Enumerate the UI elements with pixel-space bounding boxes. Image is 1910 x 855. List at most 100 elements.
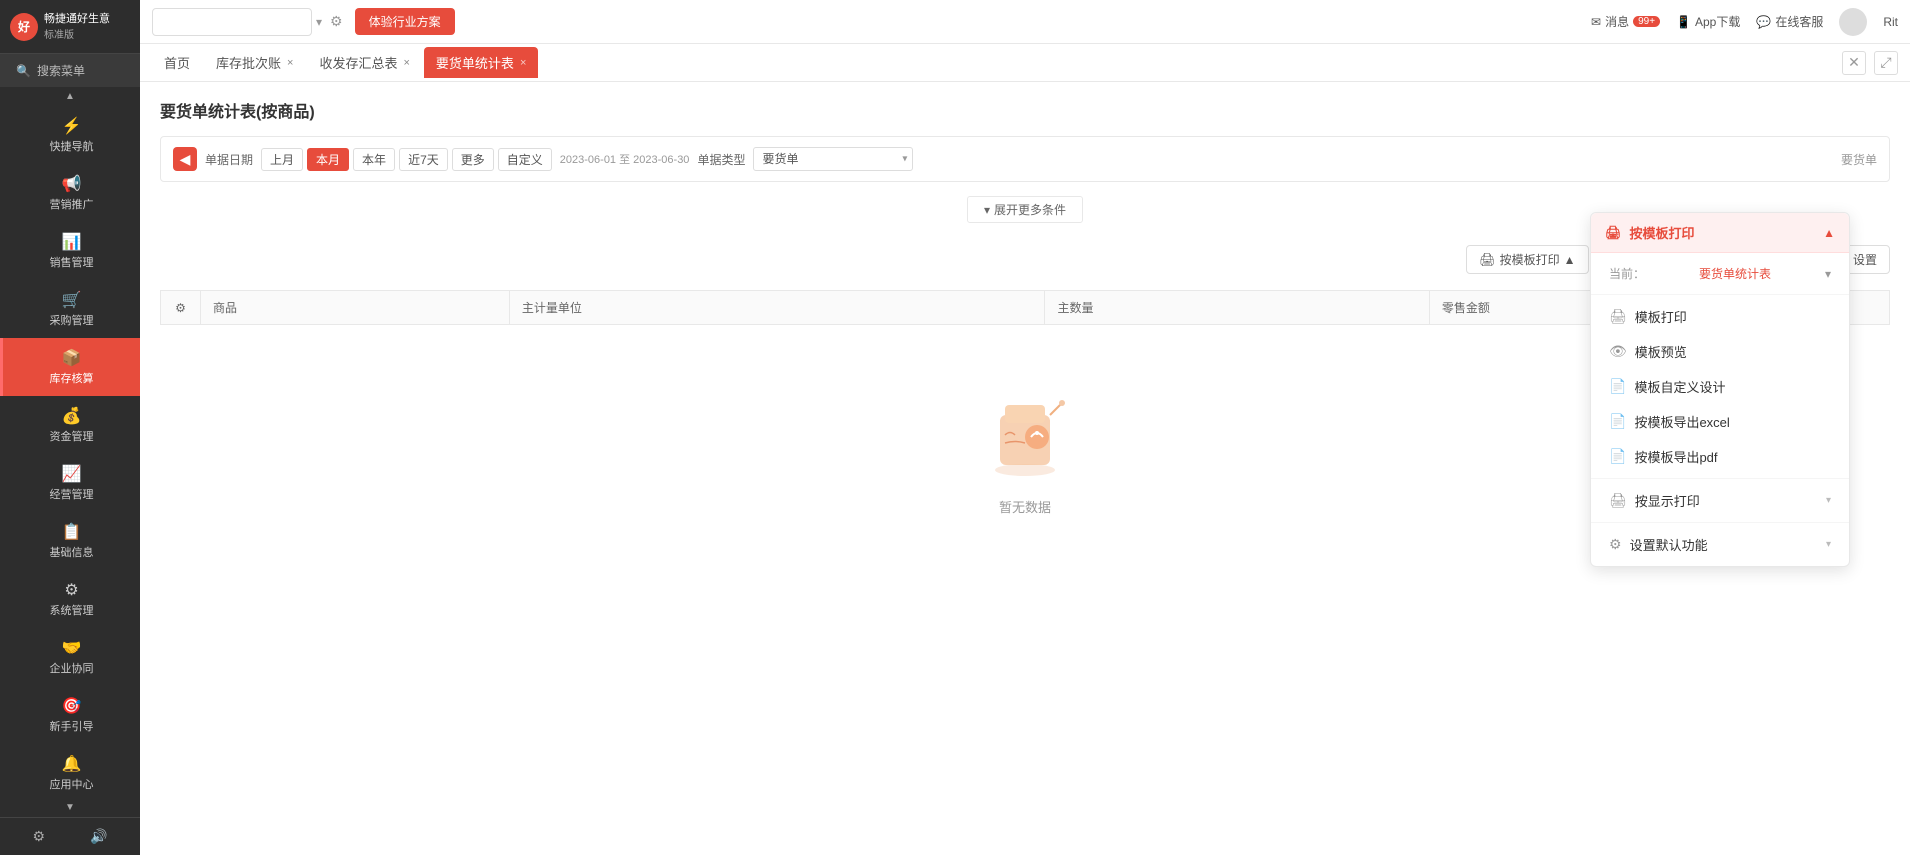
- print-dropdown-item-export-excel[interactable]: 📄 按模板导出excel: [1591, 404, 1849, 439]
- sidebar-item-inventory[interactable]: 📦 库存核算: [0, 338, 140, 396]
- filter-date-custom[interactable]: 自定义: [498, 148, 552, 171]
- topbar-search-input[interactable]: [152, 8, 312, 36]
- basic-icon: 📋: [62, 522, 82, 542]
- sidebar-item-system[interactable]: ⚙ 系统管理: [0, 570, 140, 628]
- filter-type-select-wrap: 要货单: [753, 147, 913, 171]
- tabbar-close-btn[interactable]: ✕: [1842, 51, 1866, 75]
- sidebar-item-collab[interactable]: 🤝 企业协同: [0, 628, 140, 686]
- sidebar-item-basic-label: 基础信息: [50, 544, 94, 560]
- sidebar-item-inventory-label: 库存核算: [50, 370, 94, 386]
- filter-expand-btn[interactable]: ◀: [173, 147, 197, 171]
- online-service-icon: 💬: [1756, 15, 1771, 29]
- filter-order-label: 要货单: [1841, 151, 1877, 168]
- user-avatar[interactable]: [1839, 8, 1867, 36]
- print-dropdown-header[interactable]: 🖨 按模板打印 ▲: [1591, 213, 1849, 253]
- export-pdf-label: 按模板导出pdf: [1634, 447, 1717, 466]
- table-settings-icon[interactable]: ⚙: [175, 301, 186, 315]
- sidebar-scroll-up[interactable]: ▲: [0, 87, 140, 106]
- sidebar-item-purchase[interactable]: 🛒 采购管理: [0, 280, 140, 338]
- sales-icon: 📊: [62, 232, 82, 252]
- export-pdf-left: 📄 按模板导出pdf: [1609, 447, 1718, 466]
- template-preview-label: 模板预览: [1635, 342, 1687, 361]
- print-dropdown-item-default-function[interactable]: ⚙ 设置默认功能 ▾: [1591, 527, 1849, 562]
- current-label-prefix: 当前：: [1609, 265, 1645, 282]
- default-function-icon: ⚙: [1609, 536, 1622, 553]
- online-service-btn[interactable]: 💬 在线客服: [1756, 13, 1823, 30]
- tab-home[interactable]: 首页: [152, 47, 202, 78]
- speaker-bottom-icon[interactable]: 🔊: [90, 828, 107, 845]
- filter-more-btn[interactable]: ▾ 展开更多条件: [967, 196, 1083, 223]
- sidebar-item-quick-nav[interactable]: ⚡ 快捷导航: [0, 106, 140, 164]
- tab-inventory-batch[interactable]: 库存批次账 ×: [204, 47, 305, 78]
- collab-icon: 🤝: [62, 638, 82, 658]
- export-excel-left: 📄 按模板导出excel: [1609, 412, 1730, 431]
- sidebar-item-sales[interactable]: 📊 销售管理: [0, 222, 140, 280]
- filter-date-more[interactable]: 更多: [452, 148, 494, 171]
- search-icon: 🔍: [16, 64, 31, 78]
- tab-receipt-summary[interactable]: 收发存汇总表 ×: [307, 47, 421, 78]
- filter-date-7days[interactable]: 近7天: [399, 148, 448, 171]
- sidebar-search-btn[interactable]: 🔍 搜索菜单: [0, 54, 140, 87]
- print-dropdown-item-template-preview[interactable]: 👁 模板预览: [1591, 334, 1849, 369]
- print-dropdown-collapse-icon[interactable]: ▲: [1823, 226, 1835, 240]
- settings-bottom-icon[interactable]: ⚙: [33, 828, 46, 845]
- print-dropdown-item-template-print[interactable]: 🖨 模板打印: [1591, 299, 1849, 334]
- sidebar-item-basic[interactable]: 📋 基础信息: [0, 512, 140, 570]
- sidebar-item-finance-label: 资金管理: [50, 428, 94, 444]
- page-title: 要货单统计表(按商品): [160, 98, 1890, 122]
- online-service-label: 在线客服: [1775, 13, 1823, 30]
- tab-inventory-batch-close[interactable]: ×: [287, 57, 293, 69]
- print-btn-arrow: ▲: [1564, 253, 1576, 267]
- topbar: ▾ ⚙ 体验行业方案 ✉ 消息 99+ 📱 App下载 💬 在线客服 Rit: [140, 0, 1910, 44]
- print-btn-label: 按模板打印: [1500, 251, 1560, 268]
- filter-date-label: 单据日期: [205, 151, 253, 168]
- inner-page: 要货单统计表(按商品) ◀ 单据日期 上月 本月 本年 近7天 更多 自定义 2…: [140, 82, 1910, 855]
- message-badge: 99+: [1633, 16, 1660, 27]
- expand-more-label: 展开更多条件: [994, 201, 1066, 218]
- tabbar-maximize-btn[interactable]: ⤢: [1874, 51, 1898, 75]
- print-dropdown-item-display-print[interactable]: 🖨 按显示打印 ▾: [1591, 483, 1849, 518]
- display-print-left: 🖨 按显示打印: [1609, 491, 1700, 510]
- tab-home-label: 首页: [164, 53, 190, 72]
- print-dropdown-header-left: 🖨 按模板打印: [1605, 223, 1695, 242]
- guide-icon: 🎯: [62, 696, 82, 716]
- settings-toolbar-label: 设置: [1853, 251, 1877, 268]
- print-btn[interactable]: 🖨 按模板打印 ▲: [1466, 245, 1588, 274]
- print-dropdown-items-section: 🖨 模板打印 👁 模板预览 📄 模板自定义设计: [1591, 295, 1849, 479]
- inventory-icon: 📦: [62, 348, 82, 368]
- filter-date-this-year[interactable]: 本年: [353, 148, 395, 171]
- col-product-header: 商品: [201, 291, 510, 325]
- col-settings-header[interactable]: ⚙: [161, 291, 201, 325]
- topbar-settings-icon[interactable]: ⚙: [330, 13, 343, 30]
- filter-date-range: 2023-06-01 至 2023-06-30: [560, 151, 690, 167]
- export-excel-label: 按模板导出excel: [1634, 412, 1729, 431]
- message-btn[interactable]: ✉ 消息 99+: [1591, 13, 1660, 30]
- print-dropdown-item-export-pdf[interactable]: 📄 按模板导出pdf: [1591, 439, 1849, 474]
- sidebar-scroll-down[interactable]: ▼: [0, 798, 140, 817]
- trial-btn[interactable]: 体验行业方案: [355, 8, 455, 35]
- print-dropdown-item-template-design[interactable]: 📄 模板自定义设计: [1591, 369, 1849, 404]
- col-quantity-header: 主数量: [1045, 291, 1429, 325]
- sidebar-item-guide[interactable]: 🎯 新手引导: [0, 686, 140, 744]
- app-subtitle: 标准版: [44, 26, 110, 41]
- tab-inventory-batch-label: 库存批次账: [216, 53, 281, 72]
- template-design-label: 模板自定义设计: [1634, 377, 1725, 396]
- page-content: 要货单统计表(按商品) ◀ 单据日期 上月 本月 本年 近7天 更多 自定义 2…: [140, 82, 1910, 855]
- message-icon: ✉: [1591, 15, 1601, 29]
- app-download-btn[interactable]: 📱 App下载: [1676, 13, 1740, 30]
- sidebar-item-appstore[interactable]: 🔔 应用中心: [0, 744, 140, 798]
- filter-date-this-month[interactable]: 本月: [307, 148, 349, 171]
- tab-order-summary-label: 要货单统计表: [436, 53, 514, 72]
- sidebar-item-finance[interactable]: 💰 资金管理: [0, 396, 140, 454]
- default-function-left: ⚙ 设置默认功能: [1609, 535, 1708, 554]
- tab-receipt-summary-close[interactable]: ×: [403, 57, 409, 69]
- filter-type-select[interactable]: 要货单: [753, 147, 913, 171]
- sidebar-item-marketing[interactable]: 📢 营销推广: [0, 164, 140, 222]
- tab-order-summary[interactable]: 要货单统计表 ×: [424, 47, 538, 78]
- sidebar-item-operations[interactable]: 📈 经营管理: [0, 454, 140, 512]
- topbar-search-dropdown-icon[interactable]: ▾: [316, 15, 322, 29]
- tab-order-summary-close[interactable]: ×: [520, 57, 526, 69]
- filter-date-last-month[interactable]: 上月: [261, 148, 303, 171]
- system-icon: ⚙: [64, 580, 78, 600]
- col-unit-header: 主计量单位: [509, 291, 1045, 325]
